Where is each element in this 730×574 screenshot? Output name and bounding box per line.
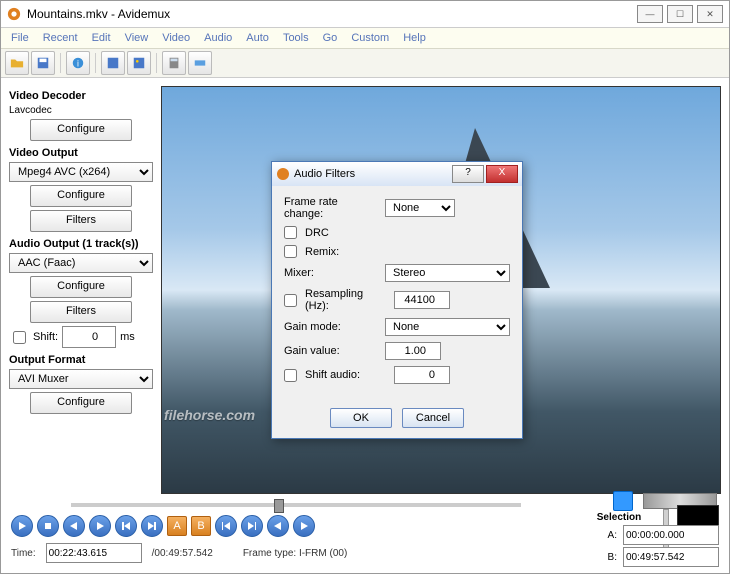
remix-checkbox[interactable] — [284, 245, 297, 258]
frame-type: Frame type: I-FRM (00) — [243, 548, 347, 559]
color-picker-icon[interactable] — [613, 491, 633, 511]
cancel-button[interactable]: Cancel — [402, 408, 464, 428]
titlebar: Mountains.mkv - Avidemux — ☐ ✕ — [1, 1, 729, 28]
time-input[interactable] — [46, 543, 142, 563]
menu-file[interactable]: File — [5, 30, 35, 46]
mixer-combo[interactable]: Stereo — [385, 264, 510, 282]
resample-checkbox[interactable] — [284, 294, 297, 307]
menubar: File Recent Edit View Video Audio Auto T… — [1, 28, 729, 49]
watermark: filehorse.com — [164, 407, 255, 423]
resample-input[interactable] — [394, 291, 450, 309]
output-format-heading: Output Format — [9, 354, 153, 366]
audio-settings-icon[interactable] — [188, 51, 212, 75]
resample-label: Resampling (Hz): — [305, 288, 388, 312]
output-format-combo[interactable]: AVI Muxer — [9, 369, 153, 389]
goto-start-button[interactable] — [215, 515, 237, 537]
time-label: Time: — [11, 548, 36, 559]
seek-slider[interactable] — [71, 503, 521, 507]
open-icon[interactable] — [5, 51, 29, 75]
menu-help[interactable]: Help — [397, 30, 432, 46]
video-decoder-codec: Lavcodec — [9, 105, 153, 116]
frame-rate-label: Frame rate change: — [284, 196, 379, 220]
gain-value-label: Gain value: — [284, 345, 379, 357]
close-button[interactable]: ✕ — [697, 5, 723, 23]
minimize-button[interactable]: — — [637, 5, 663, 23]
video-output-combo[interactable]: Mpeg4 AVC (x264) — [9, 162, 153, 182]
b-value[interactable] — [623, 547, 719, 567]
save-image-icon[interactable] — [127, 51, 151, 75]
video-output-configure-button[interactable]: Configure — [30, 185, 132, 207]
gain-mode-combo[interactable]: None — [385, 318, 510, 336]
app-icon — [7, 7, 21, 21]
a-value[interactable] — [623, 525, 719, 545]
play-button[interactable] — [11, 515, 33, 537]
shift-audio-input[interactable] — [394, 366, 450, 384]
remix-label: Remix: — [305, 246, 339, 258]
output-format-configure-button[interactable]: Configure — [30, 392, 132, 414]
drc-checkbox[interactable] — [284, 226, 297, 239]
video-output-filters-button[interactable]: Filters — [30, 210, 132, 232]
video-output-heading: Video Output — [9, 147, 153, 159]
shift-audio-label: Shift audio: — [305, 369, 388, 381]
selection-panel: Selection A: B: — [519, 512, 719, 567]
window-title: Mountains.mkv - Avidemux — [27, 7, 637, 21]
shift-audio-checkbox[interactable] — [284, 369, 297, 382]
menu-video[interactable]: Video — [156, 30, 196, 46]
dialog-icon — [276, 167, 290, 181]
dialog-close-button[interactable]: X — [486, 165, 518, 183]
selection-heading: Selection — [519, 512, 719, 523]
menu-auto[interactable]: Auto — [240, 30, 275, 46]
next-keyframe-button[interactable] — [141, 515, 163, 537]
b-label: B: — [608, 552, 617, 563]
shift-unit: ms — [120, 331, 135, 343]
goto-mark-b-button[interactable] — [293, 515, 315, 537]
mark-b-button[interactable]: B — [191, 516, 211, 536]
sidebar: Video Decoder Lavcodec Configure Video O… — [1, 78, 161, 494]
next-frame-button[interactable] — [89, 515, 111, 537]
audio-output-heading: Audio Output (1 track(s)) — [9, 238, 153, 250]
ok-button[interactable]: OK — [330, 408, 392, 428]
mixer-label: Mixer: — [284, 267, 379, 279]
audio-output-filters-button[interactable]: Filters — [30, 301, 132, 323]
dialog-title: Audio Filters — [290, 168, 450, 180]
prev-frame-button[interactable] — [63, 515, 85, 537]
shift-checkbox[interactable] — [13, 331, 26, 344]
goto-end-button[interactable] — [241, 515, 263, 537]
shift-value[interactable] — [62, 326, 116, 348]
drc-label: DRC — [305, 227, 329, 239]
menu-recent[interactable]: Recent — [37, 30, 84, 46]
save-icon[interactable] — [31, 51, 55, 75]
audio-filters-dialog: Audio Filters ? X Frame rate change: None… — [271, 161, 523, 439]
shift-label: Shift: — [33, 331, 58, 343]
audio-output-combo[interactable]: AAC (Faac) — [9, 253, 153, 273]
menu-go[interactable]: Go — [317, 30, 344, 46]
gain-mode-label: Gain mode: — [284, 321, 379, 333]
menu-custom[interactable]: Custom — [345, 30, 395, 46]
svg-text:i: i — [77, 59, 79, 69]
menu-view[interactable]: View — [119, 30, 155, 46]
video-decoder-configure-button[interactable]: Configure — [30, 119, 132, 141]
bottom-bar: A B Time: /00:49:57.542 Frame type: I-FR… — [1, 495, 729, 573]
mark-a-button[interactable]: A — [167, 516, 187, 536]
menu-audio[interactable]: Audio — [198, 30, 238, 46]
info-icon[interactable]: i — [66, 51, 90, 75]
app-window: Mountains.mkv - Avidemux — ☐ ✕ File Rece… — [0, 0, 730, 574]
menu-edit[interactable]: Edit — [86, 30, 117, 46]
goto-mark-a-button[interactable] — [267, 515, 289, 537]
prev-keyframe-button[interactable] — [115, 515, 137, 537]
a-label: A: — [608, 530, 617, 541]
time-total: /00:49:57.542 — [152, 548, 213, 559]
toolbar: i — [1, 49, 729, 78]
maximize-button[interactable]: ☐ — [667, 5, 693, 23]
gain-value-input[interactable] — [385, 342, 441, 360]
save-video-icon[interactable] — [101, 51, 125, 75]
frame-rate-combo[interactable]: None — [385, 199, 455, 217]
video-decoder-heading: Video Decoder — [9, 90, 153, 102]
stop-button[interactable] — [37, 515, 59, 537]
dialog-help-button[interactable]: ? — [452, 165, 484, 183]
menu-tools[interactable]: Tools — [277, 30, 315, 46]
calculator-icon[interactable] — [162, 51, 186, 75]
audio-output-configure-button[interactable]: Configure — [30, 276, 132, 298]
